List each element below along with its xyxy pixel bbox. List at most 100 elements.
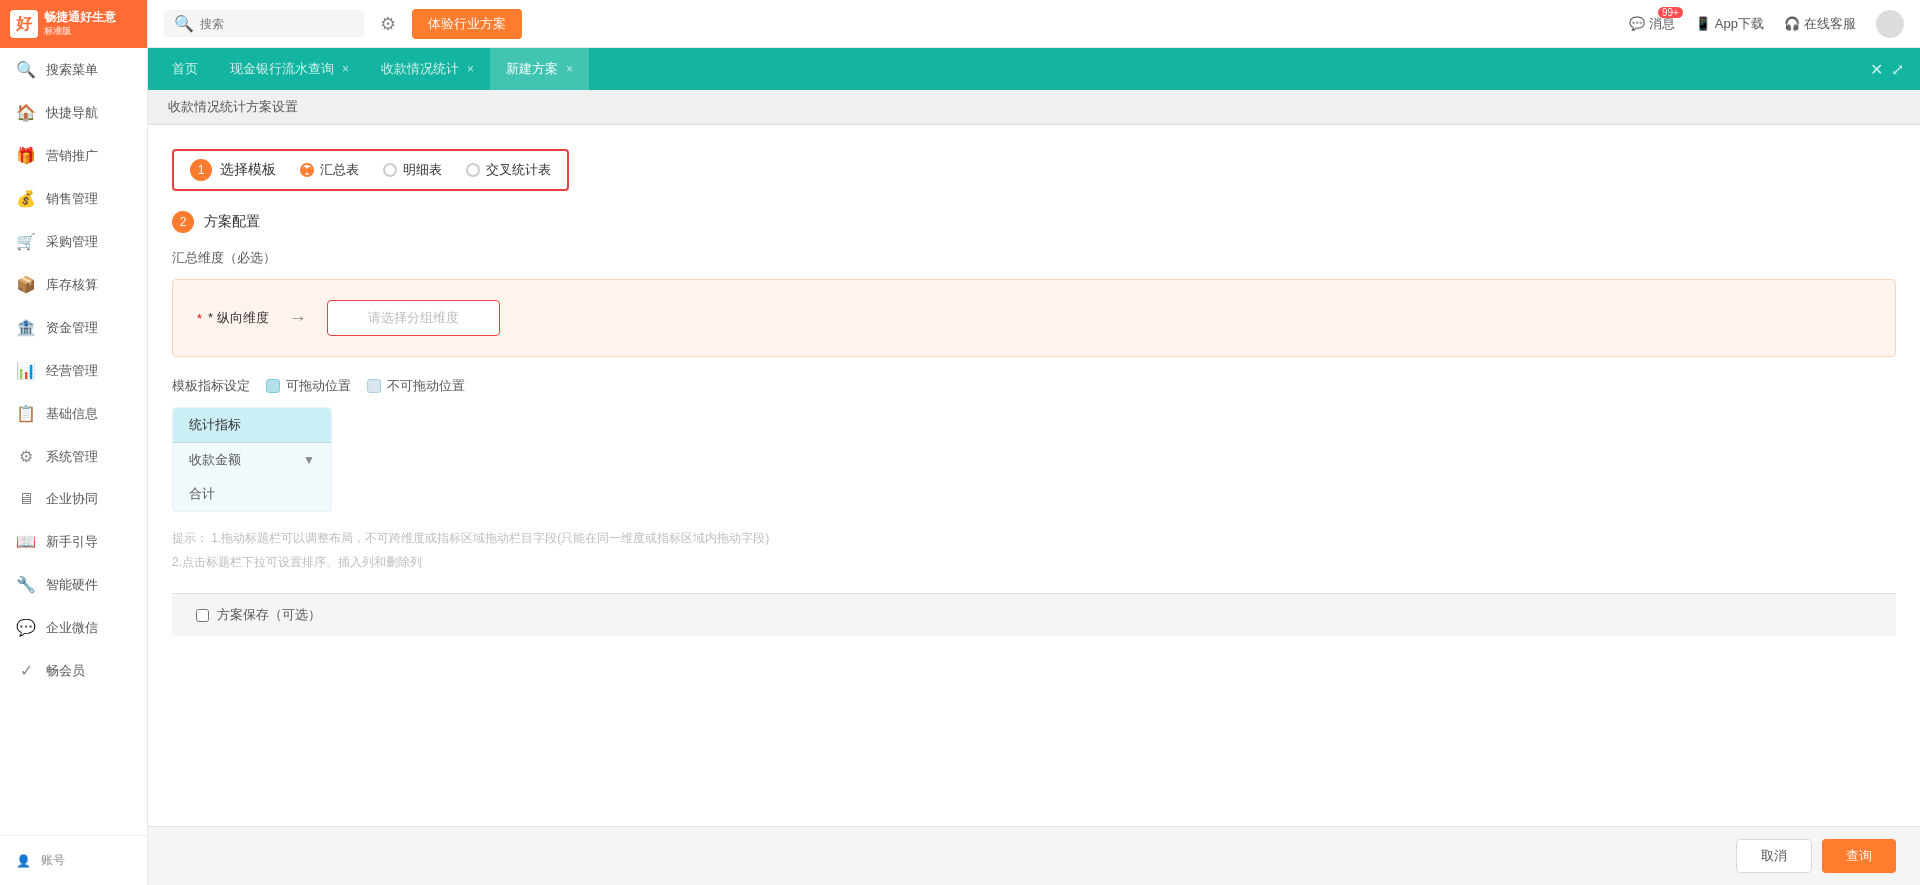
- sidebar-label-finance: 资金管理: [46, 319, 98, 337]
- sidebar-item-inventory[interactable]: 📦库存核算: [0, 263, 147, 306]
- service-label: 在线客服: [1804, 15, 1856, 33]
- industry-btn[interactable]: 体验行业方案: [412, 9, 522, 39]
- edition-label: 标准版: [44, 25, 116, 38]
- dimension-label: 汇总维度（必选）: [172, 249, 1896, 267]
- metrics-header: 模板指标设定 可拖动位置 不可拖动位置: [172, 377, 1896, 395]
- sidebar-item-member[interactable]: ✓畅会员: [0, 649, 147, 692]
- topbar: 🔍 ⚙ 体验行业方案 💬 消息 99+ 📱 App下载 🎧 在线客服: [148, 0, 1920, 48]
- radio-cross-label: 交叉统计表: [486, 161, 551, 179]
- dimension-area: * * 纵向维度 → 请选择分组维度: [172, 279, 1896, 357]
- sidebar-label-hardware: 智能硬件: [46, 576, 98, 594]
- sidebar-icon-inventory: 📦: [16, 275, 36, 294]
- nav-tab-bankflow[interactable]: 现金银行流水查询×: [214, 48, 365, 90]
- sidebar-label-guide: 新手引导: [46, 533, 98, 551]
- sidebar-item-search[interactable]: 🔍搜索菜单: [0, 48, 147, 91]
- sidebar-item-hardware[interactable]: 🔧智能硬件: [0, 563, 147, 606]
- tip-2: 2.点击标题栏下拉可设置排序、插入列和删除列: [172, 552, 1896, 574]
- sidebar-icon-search: 🔍: [16, 60, 36, 79]
- sidebar-icon-coop: 🖥: [16, 490, 36, 508]
- metric-dropdown-0[interactable]: ▼: [303, 453, 315, 467]
- radio-circle-summary: [300, 163, 314, 177]
- nav-tabs: 首页现金银行流水查询×收款情况统计× 新建方案 × ✕ ⤢: [148, 48, 1920, 90]
- sidebar-icon-sales: 💰: [16, 189, 36, 208]
- logo-icon: 好: [10, 10, 38, 38]
- metric-row-1: 合计: [173, 477, 331, 511]
- sidebar-label-basic: 基础信息: [46, 405, 98, 423]
- sidebar-item-coop[interactable]: 🖥企业协同: [0, 478, 147, 520]
- search-box[interactable]: 🔍: [164, 10, 364, 37]
- query-button[interactable]: 查询: [1822, 839, 1896, 873]
- sidebar-label-operation: 经营管理: [46, 362, 98, 380]
- sidebar-label-quicknav: 快捷导航: [46, 104, 98, 122]
- tab-close-newplan[interactable]: ×: [566, 62, 573, 76]
- sidebar-item-operation[interactable]: 📊 经营管理: [0, 349, 147, 392]
- required-star: *: [197, 311, 202, 326]
- service-icon: 🎧: [1784, 16, 1800, 31]
- step1-num: 1: [190, 159, 212, 181]
- cancel-button[interactable]: 取消: [1736, 839, 1812, 873]
- radio-summary[interactable]: 汇总表: [300, 161, 359, 179]
- radio-detail[interactable]: 明细表: [383, 161, 442, 179]
- legend-not-draggable-label: 不可拖动位置: [387, 377, 465, 395]
- tab-close-collection[interactable]: ×: [467, 62, 474, 76]
- step1-options: 1 选择模板 汇总表 明细表 交叉统计表: [172, 149, 569, 191]
- arrow-icon: →: [289, 308, 307, 329]
- legend-draggable-label: 可拖动位置: [286, 377, 351, 395]
- sidebar-icon-marketing: 🎁: [16, 146, 36, 165]
- bottom-bar: 取消 查询: [148, 826, 1920, 885]
- sidebar-label-purchase: 采购管理: [46, 233, 98, 251]
- sidebar-item-basic[interactable]: 📋 基础信息: [0, 392, 147, 435]
- service-btn[interactable]: 🎧 在线客服: [1784, 15, 1856, 33]
- tips-area: 提示： 1.拖动标题栏可以调整布局，不可跨维度或指标区域拖动栏目字段(只能在同一…: [172, 528, 1896, 573]
- save-label: 方案保存（可选）: [217, 606, 321, 624]
- maximize-icon[interactable]: ⤢: [1891, 60, 1904, 79]
- sidebar-item-finance[interactable]: 🏦 资金管理: [0, 306, 147, 349]
- sidebar-icon-purchase: 🛒: [16, 232, 36, 251]
- sidebar-item-marketing[interactable]: 🎁营销推广: [0, 134, 147, 177]
- legend-box-draggable: [266, 379, 280, 393]
- sidebar-item-sales[interactable]: 💰销售管理: [0, 177, 147, 220]
- save-checkbox[interactable]: [196, 609, 209, 622]
- sidebar-item-purchase[interactable]: 🛒 采购管理: [0, 220, 147, 263]
- sidebar-icon-finance: 🏦: [16, 318, 36, 337]
- sidebar: 好 畅捷通好生意 标准版 🔍搜索菜单🏠快捷导航🎁营销推广💰销售管理 🛒 采购管理 📦库…: [0, 0, 148, 885]
- search-input[interactable]: [200, 17, 340, 31]
- legend-box-not-draggable: [367, 379, 381, 393]
- step1-title: 选择模板: [220, 161, 276, 179]
- metrics-title: 模板指标设定: [172, 377, 250, 395]
- step1-section: 1 选择模板 汇总表 明细表 交叉统计表: [172, 149, 1896, 191]
- sidebar-icon-basic: 📋: [16, 404, 36, 423]
- nav-tab-newplan[interactable]: 新建方案 ×: [490, 48, 589, 90]
- sidebar-label-wechat: 企业微信: [46, 619, 98, 637]
- sidebar-item-guide[interactable]: 📖新手引导: [0, 520, 147, 563]
- footer-save: 方案保存（可选）: [172, 593, 1896, 636]
- sidebar-item-system[interactable]: ⚙系统管理: [0, 435, 147, 478]
- avatar[interactable]: [1876, 10, 1904, 38]
- tab-close-bankflow[interactable]: ×: [342, 62, 349, 76]
- tip-1: 提示： 1.拖动标题栏可以调整布局，不可跨维度或指标区域拖动栏目字段(只能在同一…: [172, 528, 1896, 550]
- main-area: 🔍 ⚙ 体验行业方案 💬 消息 99+ 📱 App下载 🎧 在线客服 首页现金银…: [148, 0, 1920, 885]
- sidebar-icon-member: ✓: [16, 661, 36, 680]
- app-download-btn[interactable]: 📱 App下载: [1695, 15, 1764, 33]
- tab-label-newplan: 新建方案: [506, 60, 558, 78]
- notification-btn[interactable]: 💬 消息 99+: [1629, 15, 1675, 33]
- sidebar-item-wechat[interactable]: 💬企业微信: [0, 606, 147, 649]
- user-icon: 👤: [16, 854, 31, 868]
- gear-icon[interactable]: ⚙: [380, 13, 396, 35]
- nav-tab-home[interactable]: 首页: [156, 48, 214, 90]
- sidebar-bottom-user[interactable]: 👤 账号: [0, 844, 147, 877]
- metric-label-0: 收款金额: [189, 451, 241, 469]
- metrics-grid: 统计指标 收款金额 ▼ 合计: [172, 407, 332, 512]
- legend-not-draggable: 不可拖动位置: [367, 377, 465, 395]
- nav-tab-collection[interactable]: 收款情况统计×: [365, 48, 490, 90]
- dimension-select[interactable]: 请选择分组维度: [327, 300, 500, 336]
- row-dim-label: * * 纵向维度: [197, 309, 269, 327]
- sidebar-item-quicknav[interactable]: 🏠快捷导航: [0, 91, 147, 134]
- radio-circle-detail: [383, 163, 397, 177]
- radio-cross[interactable]: 交叉统计表: [466, 161, 551, 179]
- close-window-icon[interactable]: ✕: [1870, 60, 1883, 79]
- legend-draggable: 可拖动位置: [266, 377, 351, 395]
- sidebar-icon-operation: 📊: [16, 361, 36, 380]
- logo-text: 畅捷通好生意: [44, 10, 116, 24]
- sidebar-bottom: 👤 账号: [0, 835, 147, 885]
